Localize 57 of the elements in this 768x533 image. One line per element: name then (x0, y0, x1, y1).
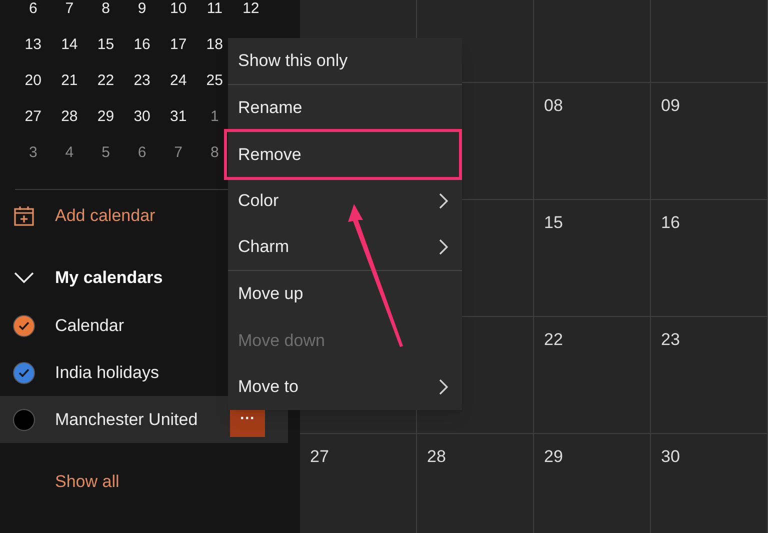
calendar-checkbox[interactable] (13, 314, 35, 336)
day-number[interactable]: 14 (51, 34, 88, 56)
day-number[interactable]: 12 (232, 0, 270, 20)
day-number[interactable]: 13 (15, 34, 52, 56)
show-all-link[interactable]: Show all (55, 469, 120, 494)
day-number[interactable]: 24 (160, 70, 196, 92)
day-number[interactable]: 23 (124, 70, 160, 92)
day-number[interactable]: 9 (124, 0, 160, 20)
date-number: 23 (661, 330, 680, 349)
date-number: 27 (310, 447, 329, 466)
day-number[interactable]: 5 (88, 142, 124, 164)
date-number: 30 (661, 447, 680, 466)
calendar-name: India holidays (55, 362, 159, 384)
date-number: 15 (544, 213, 563, 232)
menu-item[interactable]: Rename (228, 84, 462, 131)
day-number[interactable]: 15 (88, 34, 124, 56)
check-icon (18, 368, 30, 378)
day-number[interactable]: 7 (160, 142, 196, 164)
day-number[interactable]: 6 (15, 0, 52, 20)
day-number[interactable]: 6 (124, 142, 160, 164)
date-number: 28 (427, 447, 446, 466)
calendar-name: Manchester United (55, 408, 198, 431)
date-number: 09 (661, 96, 680, 115)
day-number[interactable]: 28 (51, 106, 88, 128)
check-icon (18, 320, 30, 330)
day-number[interactable]: 3 (15, 142, 52, 164)
date-number: 29 (544, 447, 563, 466)
day-number[interactable]: 8 (88, 0, 124, 20)
date-number: 08 (544, 96, 563, 115)
day-number[interactable]: 11 (196, 0, 233, 20)
day-number[interactable]: 4 (51, 142, 88, 164)
day-number[interactable]: 31 (160, 106, 196, 128)
calendar-checkbox[interactable] (13, 362, 35, 384)
day-number[interactable]: 10 (160, 0, 196, 20)
menu-item[interactable]: Show this only (228, 38, 462, 84)
day-number[interactable]: 22 (88, 70, 124, 92)
day-number[interactable]: 27 (15, 106, 52, 128)
menu-item[interactable]: Remove (226, 131, 460, 178)
calendar-add-icon (13, 205, 35, 227)
chevron-right-icon (439, 192, 448, 209)
day-number[interactable]: 17 (160, 34, 196, 56)
calendar-item[interactable]: Manchester United ··· (0, 396, 288, 443)
day-number[interactable]: 29 (88, 106, 124, 128)
chevron-right-icon (439, 238, 448, 255)
day-number[interactable]: 7 (51, 0, 88, 20)
chevron-icon (13, 272, 35, 284)
menu-item[interactable]: Move up (228, 270, 462, 317)
calendar-checkbox[interactable] (13, 408, 35, 430)
date-number: 22 (544, 330, 563, 349)
chevron-right-icon (439, 378, 448, 395)
menu-item[interactable]: Color (228, 178, 462, 224)
day-number[interactable]: 20 (15, 70, 52, 92)
calendar-name: Calendar (55, 314, 124, 337)
day-number[interactable]: 21 (51, 70, 88, 92)
date-number: 16 (661, 213, 680, 232)
day-number[interactable]: 30 (124, 106, 160, 128)
day-number[interactable]: 16 (124, 34, 160, 56)
